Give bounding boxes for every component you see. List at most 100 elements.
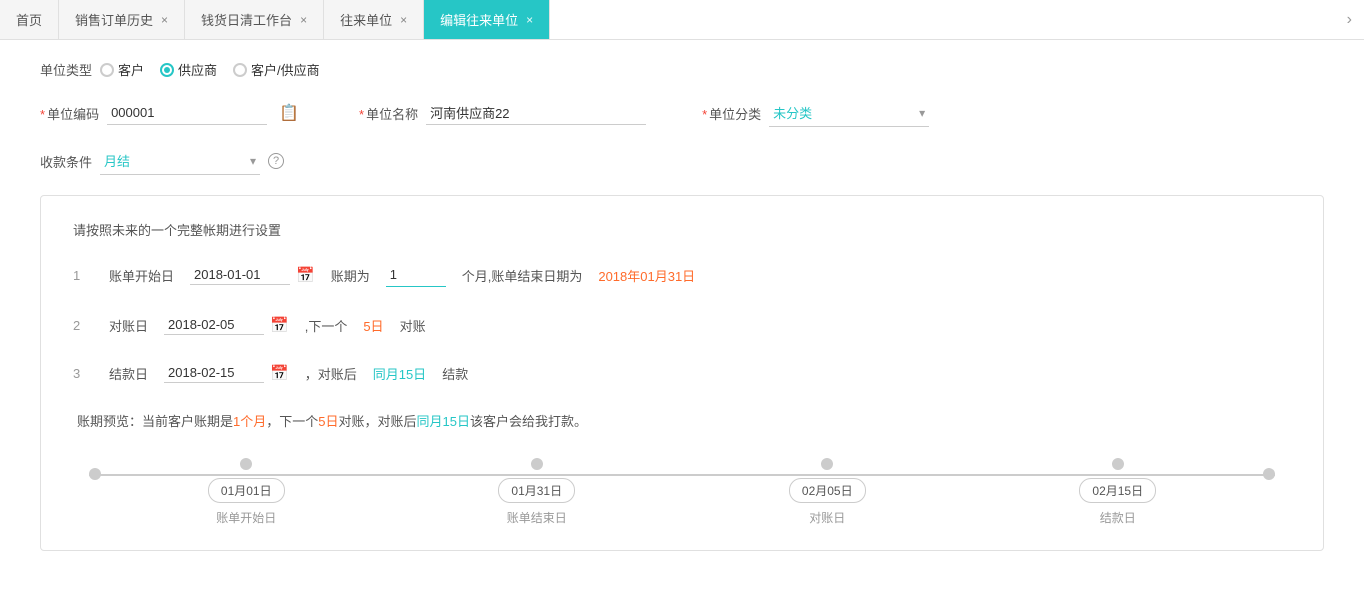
- setting-row-2: 2 对账日 📅 ,下一个 5日对账: [73, 315, 1291, 335]
- unit-type-label: 单位类型: [40, 60, 92, 79]
- radio-both[interactable]: 客户/供应商: [233, 60, 320, 79]
- setting-label-3: 结款日: [109, 364, 148, 383]
- period-value-input[interactable]: [386, 263, 446, 287]
- unit-code-copy-icon[interactable]: 📋: [275, 101, 303, 125]
- unit-category-value: 未分类: [773, 103, 911, 122]
- timeline-date-4: 02月15日: [1079, 478, 1156, 503]
- unit-category-label: *单位分类: [702, 104, 761, 123]
- settlement-date-input[interactable]: [164, 363, 264, 383]
- tab-home[interactable]: 首页: [0, 0, 59, 39]
- timeline-node-4: 02月15日 结款日: [973, 458, 1264, 526]
- settlement-desc-suffix: 结款: [442, 364, 468, 383]
- unit-category-arrow-icon: ▾: [919, 106, 925, 120]
- timeline-label-2: 账单结束日: [507, 509, 567, 526]
- timeline-node-1: 01月01日 账单开始日: [101, 458, 392, 526]
- tab-partner-close[interactable]: ×: [400, 13, 407, 27]
- unit-category-group: *单位分类 未分类 ▾: [702, 99, 929, 127]
- tab-edit-partner-label: 编辑往来单位: [440, 10, 518, 29]
- unit-type-group: 单位类型 客户 供应商 客户/供应商: [40, 60, 320, 79]
- tab-partner-label: 往来单位: [340, 10, 392, 29]
- payment-arrow-icon: ▾: [250, 154, 256, 168]
- radio-both-circle: [233, 63, 247, 77]
- tab-cash-work[interactable]: 钱货日清工作台 ×: [185, 0, 324, 39]
- period-unit: 个月,账单结束日期为: [462, 266, 583, 285]
- radio-customer[interactable]: 客户: [100, 60, 144, 79]
- preview-suffix: 该客户会给我打款。: [470, 414, 587, 429]
- start-date-input[interactable]: [190, 265, 290, 285]
- timeline-wrapper: 01月01日 账单开始日 01月31日 账单结束日 02月05日 对账日 02月…: [73, 458, 1291, 526]
- required-star-code: *: [40, 107, 45, 122]
- timeline-node-2: 01月31日 账单结束日: [392, 458, 683, 526]
- tab-cash-work-close[interactable]: ×: [300, 13, 307, 27]
- tab-bar: 首页 销售订单历史 × 钱货日清工作台 × 往来单位 × 编辑往来单位 × ›: [0, 0, 1364, 40]
- preview-middle2: 对账，对账后: [339, 414, 417, 429]
- timeline: 01月01日 账单开始日 01月31日 账单结束日 02月05日 对账日 02月…: [73, 458, 1291, 526]
- reconcile-desc-highlight: 5日: [363, 316, 383, 335]
- unit-category-select[interactable]: 未分类 ▾: [769, 99, 929, 127]
- reconcile-date-input[interactable]: [164, 315, 264, 335]
- setting-date-3: 📅: [164, 363, 289, 383]
- main-content: 单位类型 客户 供应商 客户/供应商 *单位编码: [0, 40, 1364, 608]
- setting-row-1: 1 账单开始日 📅 账期为 个月,账单结束日期为 2018年01月31日: [73, 263, 1291, 287]
- reconcile-desc-suffix: 对账: [400, 316, 426, 335]
- payment-row: 收款条件 月结 ▾ ?: [40, 147, 1324, 175]
- unit-code-label: *单位编码: [40, 104, 99, 123]
- setting-num-2: 2: [73, 318, 93, 333]
- timeline-label-1: 账单开始日: [216, 509, 276, 526]
- tab-expand-button[interactable]: ›: [1335, 0, 1364, 39]
- setting-row-3: 3 结款日 📅 ，对账后同月15日结款: [73, 363, 1291, 383]
- tab-sales-history[interactable]: 销售订单历史 ×: [59, 0, 185, 39]
- tab-edit-partner-close[interactable]: ×: [526, 13, 533, 27]
- unit-name-group: *单位名称: [359, 101, 646, 125]
- settlement-desc-prefix: ，对账后: [305, 364, 357, 383]
- unit-name-label: *单位名称: [359, 104, 418, 123]
- payment-help-icon[interactable]: ?: [268, 153, 284, 169]
- preview-highlight3: 同月15日: [417, 414, 470, 429]
- unit-type-radio-group: 客户 供应商 客户/供应商: [100, 60, 320, 79]
- radio-supplier[interactable]: 供应商: [160, 60, 217, 79]
- payment-select[interactable]: 月结 ▾: [100, 147, 260, 175]
- tab-cash-work-label: 钱货日清工作台: [201, 10, 292, 29]
- setting-label-1: 账单开始日: [109, 266, 174, 285]
- panel-title: 请按照未来的一个完整帐期进行设置: [73, 220, 1291, 239]
- timeline-dot-4: [1112, 458, 1124, 470]
- timeline-dot-3: [821, 458, 833, 470]
- tab-edit-partner[interactable]: 编辑往来单位 ×: [424, 0, 550, 39]
- setting-num-3: 3: [73, 366, 93, 381]
- start-date-calendar-icon[interactable]: 📅: [296, 266, 315, 284]
- radio-supplier-circle: [160, 63, 174, 77]
- setting-num-1: 1: [73, 268, 93, 283]
- unit-code-group: *单位编码 📋: [40, 101, 303, 125]
- period-end-date: 2018年01月31日: [598, 266, 695, 285]
- required-star-category: *: [702, 107, 707, 122]
- period-label: 账期为: [331, 266, 370, 285]
- unit-name-input[interactable]: [426, 101, 646, 125]
- setting-date-2: 📅: [164, 315, 289, 335]
- timeline-node-3: 02月05日 对账日: [682, 458, 973, 526]
- timeline-start-dot: [89, 468, 101, 480]
- reconcile-date-calendar-icon[interactable]: 📅: [270, 316, 289, 334]
- payment-group: 收款条件 月结 ▾ ?: [40, 147, 284, 175]
- payment-value: 月结: [104, 151, 242, 170]
- reconcile-desc-prefix: ,下一个: [305, 316, 348, 335]
- radio-customer-circle: [100, 63, 114, 77]
- radio-customer-label: 客户: [118, 60, 144, 79]
- settlement-desc-highlight: 同月15日: [373, 364, 426, 383]
- preview-middle1: ，下一个: [266, 414, 318, 429]
- settings-panel: 请按照未来的一个完整帐期进行设置 1 账单开始日 📅 账期为 个月,账单结束日期…: [40, 195, 1324, 551]
- payment-label: 收款条件: [40, 152, 92, 171]
- settlement-date-calendar-icon[interactable]: 📅: [270, 364, 289, 382]
- timeline-end-dot: [1263, 468, 1275, 480]
- tab-sales-history-label: 销售订单历史: [75, 10, 153, 29]
- timeline-date-3: 02月05日: [789, 478, 866, 503]
- setting-label-2: 对账日: [109, 316, 148, 335]
- timeline-date-1: 01月01日: [208, 478, 285, 503]
- tab-partner[interactable]: 往来单位 ×: [324, 0, 424, 39]
- preview-highlight1: 1个月: [233, 414, 266, 429]
- preview-text: 账期预览：当前客户账期是1个月，下一个5日对账，对账后同月15日该客户会给我打款…: [73, 411, 1291, 430]
- timeline-date-2: 01月31日: [498, 478, 575, 503]
- tab-sales-history-close[interactable]: ×: [161, 13, 168, 27]
- unit-info-row: *单位编码 📋 *单位名称 *单位分类 未分类 ▾: [40, 99, 1324, 127]
- unit-code-input[interactable]: [107, 101, 267, 125]
- radio-supplier-label: 供应商: [178, 60, 217, 79]
